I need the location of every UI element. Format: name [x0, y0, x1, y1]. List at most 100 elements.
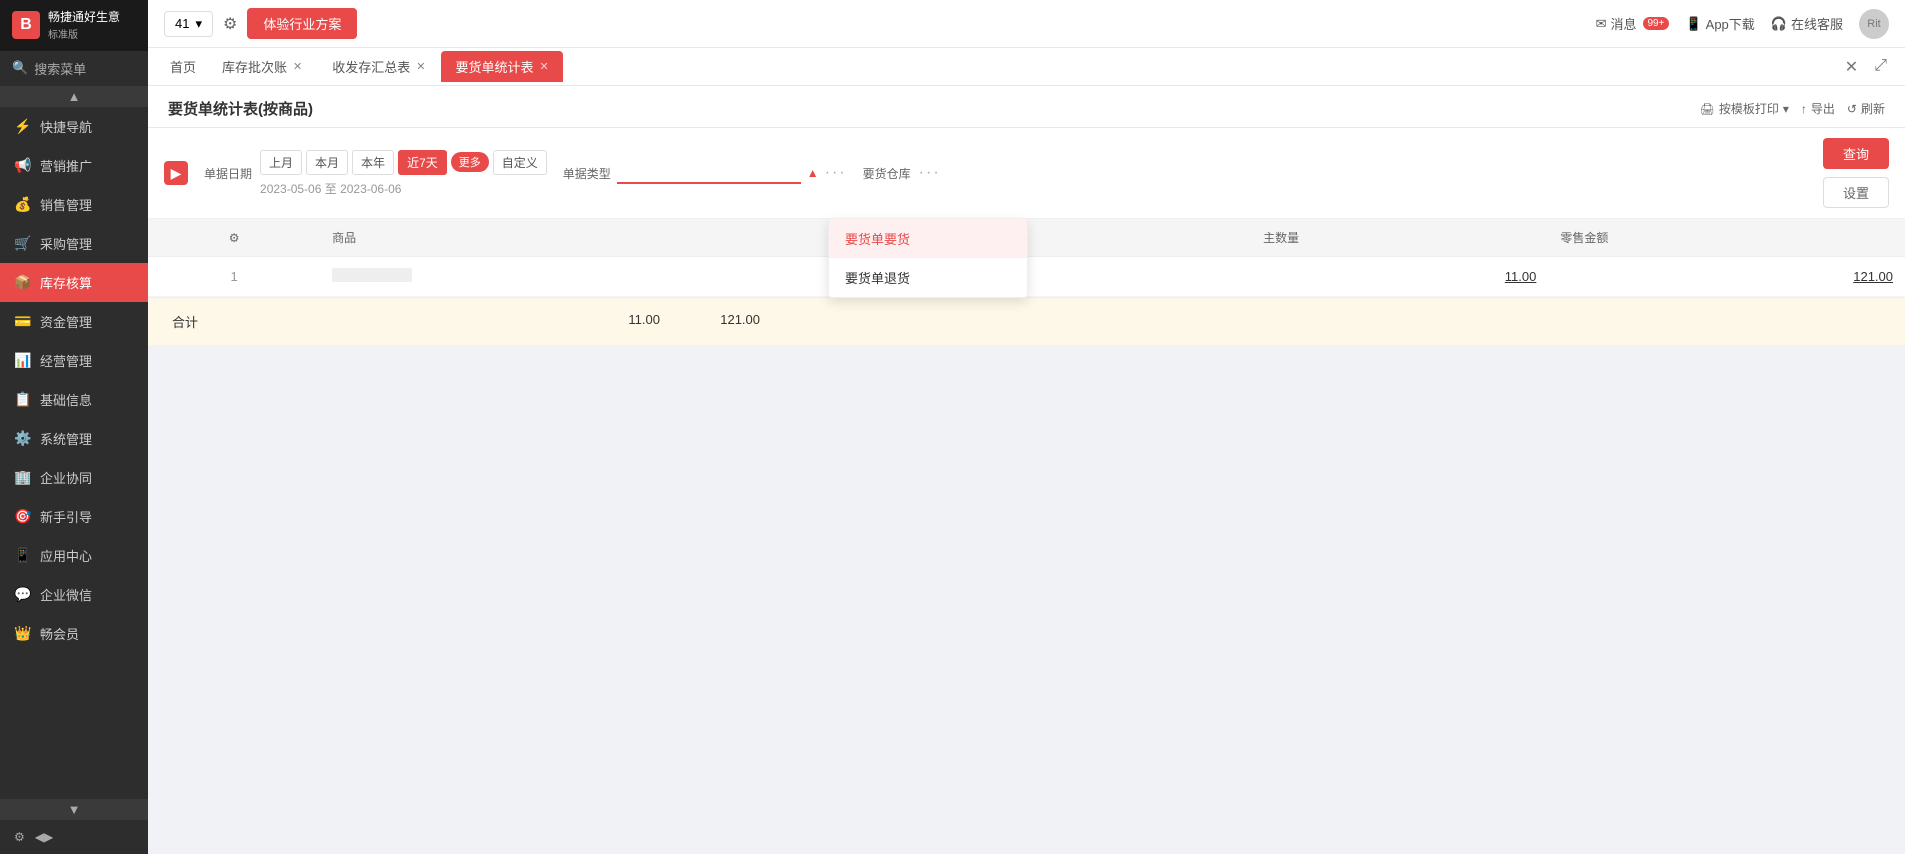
- marketing-icon: 📢: [14, 157, 32, 174]
- sidebar-item-label: 系统管理: [40, 429, 92, 448]
- row-quantity: 11.00: [1251, 257, 1548, 297]
- search-label: 搜索菜单: [34, 59, 86, 78]
- footer-quantity: 11.00: [560, 308, 660, 335]
- basic-icon: 📋: [14, 391, 32, 408]
- footer-label: 合计: [160, 308, 560, 335]
- type-filter-input[interactable]: [617, 163, 801, 184]
- sidebar-item-marketing[interactable]: 📢 营销推广: [0, 146, 148, 185]
- export-icon: ↑: [1801, 102, 1807, 116]
- sidebar-item-system[interactable]: ⚙️ 系统管理: [0, 419, 148, 458]
- type-filter-more-btn[interactable]: ···: [825, 164, 847, 182]
- sales-icon: 💰: [14, 196, 32, 213]
- date-filter-label: 单据日期: [204, 165, 252, 182]
- messages-label: 消息: [1610, 14, 1636, 33]
- topbar: 41 ▾ ⚙ 体验行业方案 ✉ 消息 99+ 📱 App下载 🎧 在线客服: [148, 0, 1905, 48]
- messages-btn[interactable]: ✉ 消息 99+: [1596, 14, 1670, 33]
- tab-order-stat[interactable]: 要货单统计表 ✕: [441, 51, 562, 82]
- tab-receivable[interactable]: 收发存汇总表 ✕: [318, 51, 439, 82]
- sidebar-item-label: 库存核算: [40, 273, 92, 292]
- date-btn-this-year[interactable]: 本年: [352, 150, 394, 175]
- tab-order-stat-close[interactable]: ✕: [540, 60, 549, 73]
- content-area: 要货单统计表(按商品) 🖨 按模板打印 ▾ ↑ 导出 ↺ 刷新 ▶: [148, 86, 1905, 854]
- tab-batch[interactable]: 库存批次账 ✕: [208, 51, 316, 82]
- online-service-btn[interactable]: 🎧 在线客服: [1771, 14, 1843, 33]
- warehouse-more-btn[interactable]: ···: [919, 164, 941, 182]
- sidebar-item-wechat[interactable]: 💬 企业微信: [0, 575, 148, 614]
- type-filter-label: 单据类型: [563, 165, 611, 182]
- sidebar-item-purchase[interactable]: 🛒 采购管理: [0, 224, 148, 263]
- sidebar-item-operation[interactable]: 📊 经营管理: [0, 341, 148, 380]
- tab-home[interactable]: 首页: [160, 51, 206, 82]
- quick-nav-icon: ⚡: [14, 118, 32, 135]
- tab-expand-btn[interactable]: ⤢: [1868, 53, 1893, 81]
- trial-btn[interactable]: 体验行业方案: [247, 8, 357, 39]
- user-profile[interactable]: Rit: [1859, 9, 1889, 39]
- date-btn-7days[interactable]: 近7天: [398, 150, 447, 175]
- member-icon: 👑: [14, 625, 32, 642]
- print-label: 按模板打印: [1719, 100, 1779, 117]
- quantity-value[interactable]: 11.00: [1505, 269, 1537, 284]
- sidebar-item-enterprise[interactable]: 🏢 企业协同: [0, 458, 148, 497]
- sidebar-item-sales[interactable]: 💰 销售管理: [0, 185, 148, 224]
- topbar-settings-icon[interactable]: ⚙: [223, 14, 237, 34]
- tab-receivable-close[interactable]: ✕: [416, 60, 425, 73]
- download-icon: 📱: [1685, 16, 1701, 32]
- sidebar-settings-btn[interactable]: ⚙: [14, 830, 25, 844]
- sidebar-item-basic[interactable]: 📋 基础信息: [0, 380, 148, 419]
- appstore-icon: 📱: [14, 547, 32, 564]
- sidebar-item-inventory[interactable]: 📦 库存核算: [0, 263, 148, 302]
- finance-icon: 💳: [14, 313, 32, 330]
- sidebar-item-guide[interactable]: 🎯 新手引导: [0, 497, 148, 536]
- sidebar-search[interactable]: 🔍 搜索菜单: [0, 51, 148, 87]
- sidebar-item-label: 采购管理: [40, 234, 92, 253]
- row-index: 1: [148, 257, 320, 297]
- table-footer: 合计 11.00 121.00: [148, 297, 1905, 345]
- app-download-label: App下载: [1706, 14, 1755, 33]
- refresh-label: 刷新: [1861, 100, 1885, 117]
- date-range-display: 2023-05-06 至 2023-06-06: [260, 180, 547, 197]
- amount-value[interactable]: 121.00: [1853, 269, 1893, 284]
- sidebar-item-quick-nav[interactable]: ⚡ 快捷导航: [0, 107, 148, 146]
- dropdown-item-order[interactable]: 要货单要货: [829, 219, 1027, 258]
- sidebar-item-finance[interactable]: 💳 资金管理: [0, 302, 148, 341]
- dropdown-item-return[interactable]: 要货单退货: [829, 258, 1027, 297]
- type-filter-arrow-up[interactable]: ▲: [807, 166, 819, 180]
- company-selector[interactable]: 41 ▾: [164, 11, 213, 37]
- print-icon: 🖨: [1700, 102, 1715, 116]
- tabs-bar: 首页 库存批次账 ✕ 收发存汇总表 ✕ 要货单统计表 ✕ ✕ ⤢: [148, 48, 1905, 86]
- sidebar-collapse-btn[interactable]: ◀▶: [35, 830, 53, 844]
- sidebar-item-appstore[interactable]: 📱 应用中心: [0, 536, 148, 575]
- sidebar-item-member[interactable]: 👑 畅会员: [0, 614, 148, 653]
- sidebar-item-label: 营销推广: [40, 156, 92, 175]
- sidebar-item-label: 资金管理: [40, 312, 92, 331]
- refresh-btn[interactable]: ↺ 刷新: [1847, 100, 1885, 117]
- tab-batch-close[interactable]: ✕: [293, 60, 302, 73]
- export-label: 导出: [1811, 100, 1835, 117]
- tab-home-label: 首页: [170, 57, 196, 76]
- footer-amount: 121.00: [660, 308, 760, 335]
- query-btn[interactable]: 查询: [1823, 138, 1889, 169]
- warehouse-filter-label: 要货仓库: [863, 165, 911, 182]
- wechat-icon: 💬: [14, 586, 32, 603]
- settings-btn[interactable]: 设置: [1823, 177, 1889, 208]
- col-settings[interactable]: ⚙: [148, 219, 320, 257]
- search-icon: 🔍: [12, 60, 28, 76]
- app-download-btn[interactable]: 📱 App下载: [1685, 14, 1754, 33]
- sidebar-item-label: 企业协同: [40, 468, 92, 487]
- enterprise-icon: 🏢: [14, 469, 32, 486]
- filter-expand-btn[interactable]: ▶: [164, 161, 188, 185]
- col-product: 商品: [320, 219, 835, 257]
- page-actions: 🖨 按模板打印 ▾ ↑ 导出 ↺ 刷新: [1700, 100, 1885, 117]
- export-btn[interactable]: ↑ 导出: [1801, 100, 1835, 117]
- sidebar: B 畅捷通好生意 标准版 🔍 搜索菜单 ▲ ⚡ 快捷导航 📢 营销推广 💰 销售…: [0, 0, 148, 854]
- tab-close-all-btn[interactable]: ✕: [1839, 53, 1864, 81]
- sidebar-scroll-up[interactable]: ▲: [0, 87, 148, 107]
- row-product: [320, 257, 835, 297]
- date-btn-this-month[interactable]: 本月: [306, 150, 348, 175]
- print-btn[interactable]: 🖨 按模板打印 ▾: [1700, 100, 1789, 117]
- sidebar-scroll-down[interactable]: ▼: [0, 799, 148, 819]
- date-btn-more[interactable]: 更多: [451, 152, 489, 172]
- date-btn-last-month[interactable]: 上月: [260, 150, 302, 175]
- date-btn-custom[interactable]: 自定义: [493, 150, 547, 175]
- app-version: 标准版: [48, 26, 120, 41]
